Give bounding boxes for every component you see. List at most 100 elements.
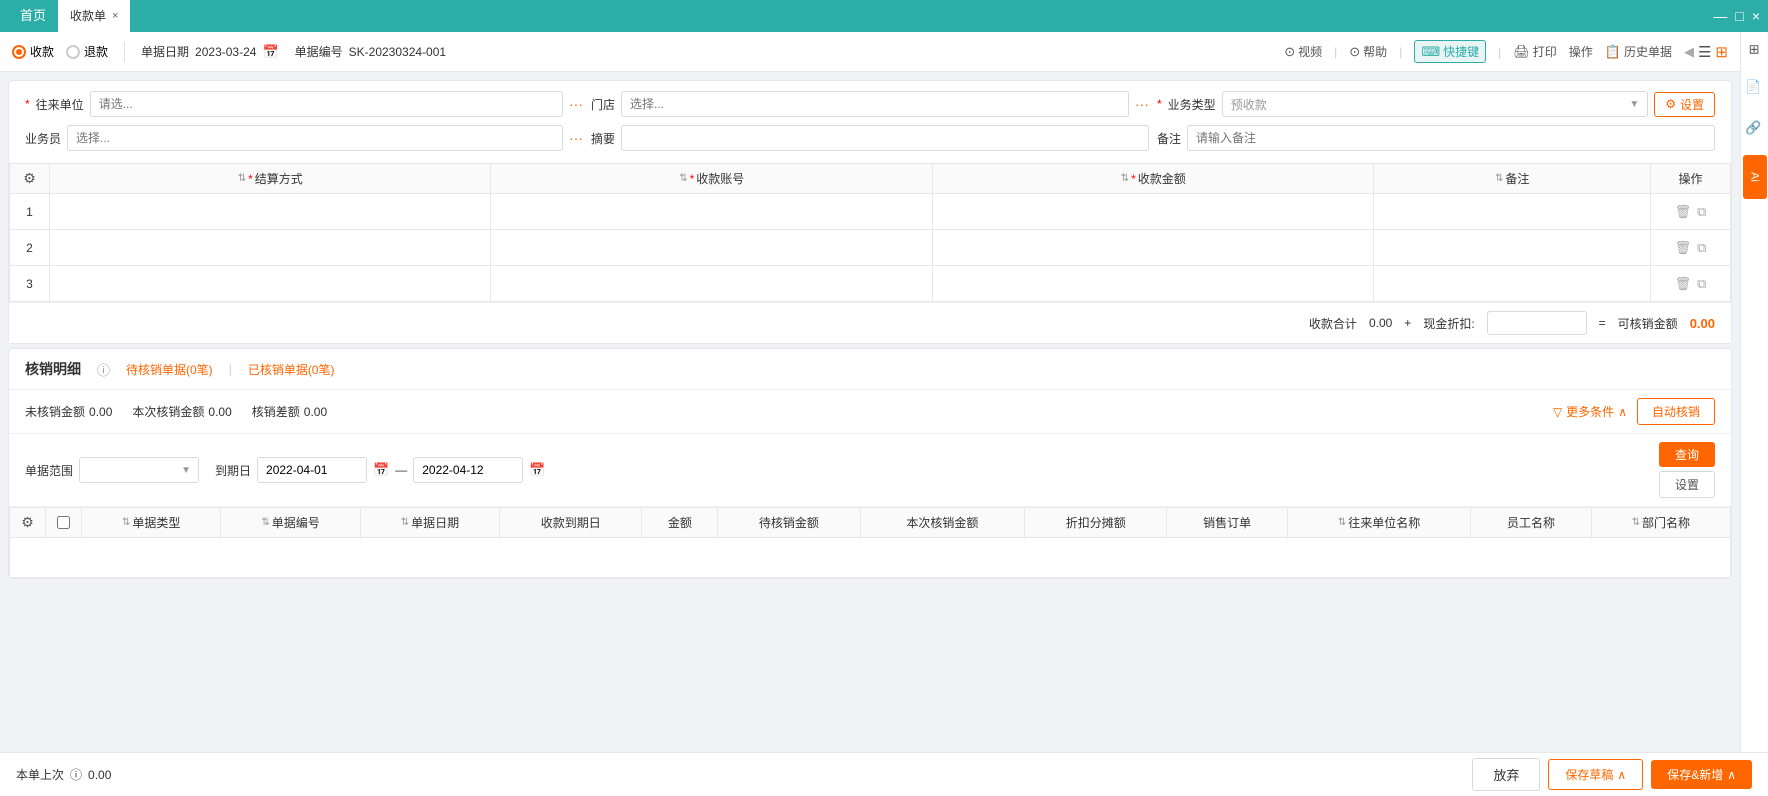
grid-layout-icon[interactable]: ⊞	[1715, 43, 1728, 61]
sort-docnum-icon: ⇅	[261, 517, 269, 528]
sidebar-ai-icon[interactable]: Ai	[1743, 155, 1767, 199]
row-2-copy-icon[interactable]: ⧉	[1697, 240, 1706, 256]
save-draft-btn[interactable]: 保存草稿 ∧	[1548, 759, 1643, 790]
sort-dept-icon: ⇅	[1632, 517, 1640, 528]
remark-label: 备注	[1157, 130, 1181, 147]
summary-label: 摘要	[591, 130, 615, 147]
vth-pending: 待核销金额	[718, 508, 860, 538]
row-3-payment[interactable]	[50, 266, 491, 302]
window-max-icon[interactable]: □	[1735, 8, 1743, 24]
verify-empty-row	[10, 538, 1731, 578]
remark-field: 备注	[1157, 125, 1715, 151]
sidebar-link-icon[interactable]: 🔗	[1745, 115, 1764, 139]
tab-active[interactable]: 收款单 ×	[58, 0, 130, 32]
save-draft-arrow[interactable]: ∧	[1617, 768, 1626, 782]
save-new-arrow[interactable]: ∧	[1727, 768, 1736, 782]
shop-ellipsis[interactable]: ···	[1135, 96, 1149, 112]
biz-type-value: 预收款	[1231, 96, 1630, 113]
row-3-remark[interactable]	[1374, 266, 1651, 302]
table-settings-icon[interactable]: ⚙	[23, 170, 36, 186]
content-area: 收款 退款 单据日期 2023-03-24 📅 单据编号 SK-20230324…	[0, 32, 1740, 796]
auto-verify-btn[interactable]: 自动核销	[1637, 398, 1715, 425]
sidebar-doc-icon[interactable]: 📄	[1745, 75, 1764, 99]
filter-settings-btn[interactable]: 设置	[1659, 471, 1715, 498]
date-from-cal-icon[interactable]: 📅	[373, 462, 389, 478]
biz-type-select[interactable]: 预收款 ▼	[1222, 91, 1649, 117]
discard-btn[interactable]: 放弃	[1472, 758, 1540, 791]
row-3-amount[interactable]	[932, 266, 1373, 302]
verify-tab-pending[interactable]: 待核销单据(0笔)	[126, 361, 213, 378]
radio-receive[interactable]: 收款	[12, 43, 54, 60]
vth-doc-date: ⇅ 单据日期	[360, 508, 499, 538]
more-conditions-btn[interactable]: ▽ 更多条件 ∧	[1553, 403, 1627, 420]
sort-docdate-icon: ⇅	[401, 517, 409, 528]
btn-print[interactable]: 🖨 打印	[1513, 43, 1557, 60]
window-close-icon[interactable]: ×	[1752, 8, 1760, 24]
btn-shortcut[interactable]: ⌨ 快捷键	[1414, 40, 1486, 63]
row-2-delete-icon[interactable]: 🗑	[1675, 240, 1692, 256]
row-1-payment[interactable]	[50, 194, 491, 230]
current-value: 0.00	[208, 405, 231, 419]
btn-help[interactable]: ⊙ 帮助	[1349, 43, 1387, 60]
shop-input[interactable]	[621, 91, 1129, 117]
settings-btn[interactable]: ⚙ 设置	[1654, 92, 1715, 117]
date-from-input[interactable]	[257, 457, 367, 483]
btn-video[interactable]: ⊙ 视频	[1284, 43, 1322, 60]
row-3-copy-icon[interactable]: ⧉	[1697, 276, 1706, 292]
row-3-account[interactable]	[491, 266, 932, 302]
vth-current-verify: 本次核销金额	[860, 508, 1025, 538]
tab-home[interactable]: 首页	[8, 0, 58, 32]
calendar-icon[interactable]: 📅	[262, 44, 278, 60]
row-1-copy-icon[interactable]: ⧉	[1697, 204, 1706, 220]
sort-party-icon: ⇅	[1338, 517, 1346, 528]
prev-layout-icon[interactable]: ◀	[1684, 44, 1694, 60]
main-table: ⚙ ⇅ * 结算方式 ⇅	[9, 163, 1731, 302]
row-1-remark[interactable]	[1374, 194, 1651, 230]
current-label: 本次核销金额	[132, 403, 204, 420]
due-date-label: 到期日	[215, 462, 251, 479]
info-icon[interactable]: ⓘ	[70, 766, 82, 783]
range-select[interactable]	[79, 457, 199, 483]
date-to-input[interactable]	[413, 457, 523, 483]
btn-history[interactable]: 📋 历史单据	[1605, 43, 1672, 60]
summary-input[interactable]	[621, 125, 1149, 151]
filter-icon: ▽	[1553, 405, 1562, 419]
date-to-cal-icon[interactable]: 📅	[529, 462, 545, 478]
discount-input[interactable]	[1487, 311, 1587, 335]
row-1-amount[interactable]	[932, 194, 1373, 230]
list-layout-icon[interactable]: ☰	[1698, 43, 1711, 61]
sort-remark-icon: ⇅	[1495, 173, 1503, 184]
window-min-icon[interactable]: —	[1713, 8, 1727, 24]
save-new-btn[interactable]: 保存&新增 ∧	[1651, 760, 1752, 789]
query-btn[interactable]: 查询	[1659, 442, 1715, 467]
toolbar-right: ⊙ 视频 | ⊙ 帮助 | ⌨ 快捷键 | 🖨 打印	[1284, 40, 1728, 63]
btn-ops[interactable]: 操作	[1569, 43, 1593, 60]
sidebar-table-icon[interactable]: ⊞	[1745, 40, 1764, 59]
staff-ellipsis[interactable]: ···	[569, 130, 583, 146]
verify-tab-done[interactable]: 已核销单据(0笔)	[248, 361, 335, 378]
staff-input[interactable]	[67, 125, 563, 151]
vth-doc-number: ⇅ 单据编号	[221, 508, 360, 538]
verify-header-row: ⚙ ⇅ 单据类型	[10, 508, 1731, 538]
row-1-delete-icon[interactable]: 🗑	[1675, 204, 1692, 220]
row-2-account[interactable]	[491, 230, 932, 266]
verify-info-icon[interactable]: ⓘ	[97, 360, 110, 379]
verify-select-all-checkbox[interactable]	[57, 516, 70, 529]
verify-settings-icon[interactable]: ⚙	[21, 514, 34, 530]
party-ellipsis[interactable]: ···	[569, 96, 583, 112]
row-3-delete-icon[interactable]: 🗑	[1675, 276, 1692, 292]
row-2-remark[interactable]	[1374, 230, 1651, 266]
history-icon: 📋	[1605, 44, 1621, 60]
vth-doc-type: ⇅ 单据类型	[82, 508, 221, 538]
form-row-2: 业务员 ··· 摘要 备注	[25, 125, 1715, 151]
row-1-account[interactable]	[491, 194, 932, 230]
row-2-payment[interactable]	[50, 230, 491, 266]
radio-refund[interactable]: 退款	[66, 43, 108, 60]
party-input[interactable]	[90, 91, 563, 117]
number-label: 单据编号	[295, 43, 343, 60]
row-2-amount[interactable]	[932, 230, 1373, 266]
tab-close-icon[interactable]: ×	[112, 0, 118, 32]
equals-sign: =	[1599, 316, 1606, 330]
vth-staff-name: 员工名称	[1471, 508, 1591, 538]
remark-input[interactable]	[1187, 125, 1715, 151]
